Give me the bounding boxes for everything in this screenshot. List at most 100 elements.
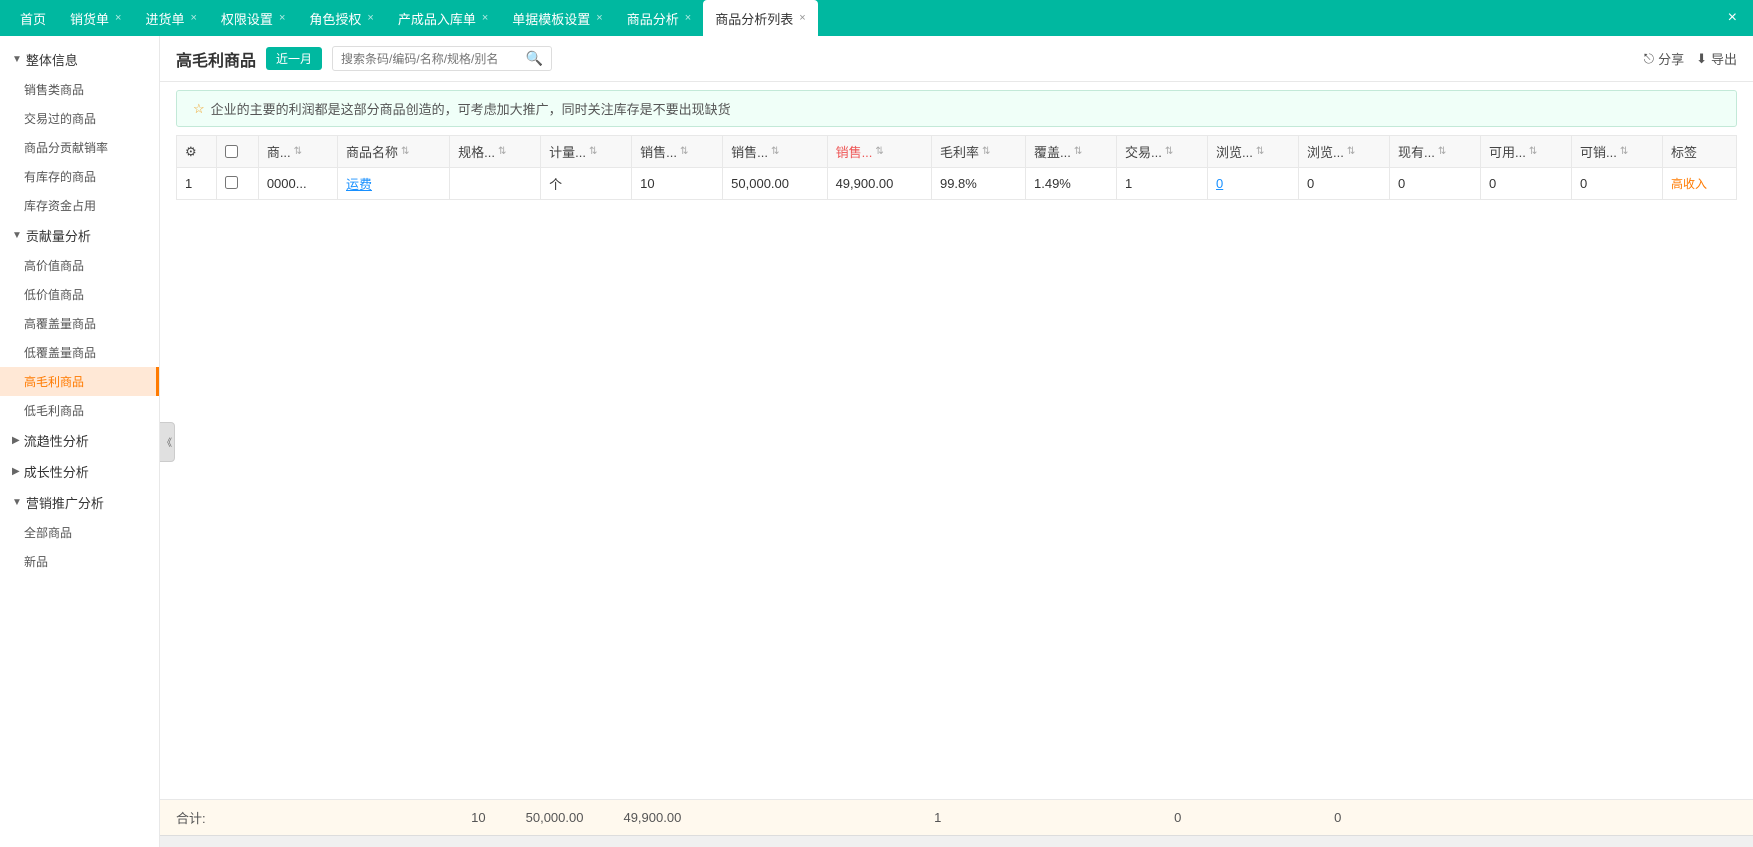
sidebar-item-new-goods[interactable]: 新品 — [0, 547, 159, 576]
nav-purchase-order[interactable]: 进货单 × — [133, 0, 208, 36]
sidebar-item-traded-goods[interactable]: 交易过的商品 — [0, 104, 159, 133]
sort-icon: ⇅ — [1438, 146, 1446, 157]
cell-view1[interactable]: 0 — [1208, 168, 1299, 200]
col-spec[interactable]: 规格...⇅ — [450, 136, 541, 168]
cell-sellable-stock: 0 — [1572, 168, 1663, 200]
nav-product-analysis[interactable]: 商品分析 × — [615, 0, 703, 36]
share-button[interactable]: ⎋ 分享 — [1644, 49, 1684, 68]
close-icon[interactable]: × — [799, 12, 805, 24]
nav-home[interactable]: 首页 — [8, 0, 58, 36]
export-button[interactable]: ⬇ 导出 — [1696, 49, 1737, 68]
expand-icon: ▶ — [12, 435, 20, 446]
col-sales-amount[interactable]: 销售...⇅ — [723, 136, 827, 168]
sort-icon: ⇅ — [294, 146, 302, 157]
nav-permission-setting[interactable]: 权限设置 × — [209, 0, 297, 36]
search-input[interactable] — [341, 52, 526, 66]
footer-label: 合计: — [176, 808, 206, 827]
nav-sales-order[interactable]: 销货单 × — [58, 0, 133, 36]
period-button[interactable]: 近一月 — [266, 47, 322, 70]
sidebar-item-all-goods[interactable]: 全部商品 — [0, 518, 159, 547]
info-banner: ☆ 企业的主要的利润都是这部分商品创造的，可考虑加大推广，同时关注库存是不要出现… — [176, 90, 1737, 127]
nav-product-analysis-list[interactable]: 商品分析列表 × — [703, 0, 817, 36]
sidebar-item-low-coverage[interactable]: 低覆盖量商品 — [0, 338, 159, 367]
cell-current-stock: 0 — [1390, 168, 1481, 200]
close-icon[interactable]: × — [279, 12, 285, 24]
search-icon[interactable]: 🔍 — [526, 50, 543, 67]
cell-checkbox[interactable] — [216, 168, 258, 200]
cell-tag: 高收入 — [1663, 168, 1737, 200]
sort-icon: ⇅ — [401, 146, 409, 157]
col-sellable-stock[interactable]: 可销...⇅ — [1572, 136, 1663, 168]
sort-icon: ⇅ — [589, 146, 597, 157]
sidebar-group-contribution[interactable]: ▼ 贡献量分析 — [0, 220, 159, 251]
table-row: 1 0000... 运费 个 10 50,000.00 49,900.00 99… — [177, 168, 1737, 200]
sidebar-item-high-margin[interactable]: 高毛利商品 — [0, 367, 159, 396]
expand-icon: ▼ — [12, 230, 22, 241]
cell-gross-margin: 99.8% — [931, 168, 1025, 200]
window-close-button[interactable]: × — [1720, 9, 1745, 27]
expand-icon: ▼ — [12, 54, 22, 65]
col-view2[interactable]: 浏览...⇅ — [1299, 136, 1390, 168]
col-available-stock[interactable]: 可用...⇅ — [1481, 136, 1572, 168]
col-coverage[interactable]: 覆盖...⇅ — [1026, 136, 1117, 168]
col-tag[interactable]: 标签 — [1663, 136, 1737, 168]
cell-available-stock: 0 — [1481, 168, 1572, 200]
nav-template-setting[interactable]: 单据模板设置 × — [500, 0, 614, 36]
sidebar-item-goods-contribution[interactable]: 商品分贡献销率 — [0, 133, 159, 162]
sort-icon: ⇅ — [1529, 146, 1537, 157]
col-view1[interactable]: 浏览...⇅ — [1208, 136, 1299, 168]
sidebar-item-high-value[interactable]: 高价值商品 — [0, 251, 159, 280]
horizontal-scrollbar[interactable] — [160, 835, 1753, 847]
col-checkbox[interactable] — [216, 136, 258, 168]
cell-sales-cost: 49,900.00 — [827, 168, 931, 200]
col-settings[interactable]: ⚙ — [177, 136, 217, 168]
col-name[interactable]: 商品名称⇅ — [338, 136, 450, 168]
cell-spec — [450, 168, 541, 200]
sort-icon: ⇅ — [982, 146, 990, 157]
close-icon[interactable]: × — [482, 12, 488, 24]
close-icon[interactable]: × — [367, 12, 373, 24]
col-sales-cost[interactable]: 销售...⇅ — [827, 136, 931, 168]
top-nav: 首页 销货单 × 进货单 × 权限设置 × 角色授权 × 产成品入库单 × 单据… — [0, 0, 1753, 36]
cell-sales-qty: 10 — [632, 168, 723, 200]
nav-role-auth[interactable]: 角色授权 × — [297, 0, 385, 36]
close-icon[interactable]: × — [596, 12, 602, 24]
sort-icon: ⇅ — [771, 146, 779, 157]
export-icon: ⬇ — [1696, 51, 1707, 67]
cell-unit: 个 — [541, 168, 632, 200]
sidebar-group-overview[interactable]: ▼ 整体信息 — [0, 44, 159, 75]
col-gross-margin[interactable]: 毛利率⇅ — [931, 136, 1025, 168]
footer-sellable-stock: 0 — [1281, 810, 1361, 825]
col-transaction[interactable]: 交易...⇅ — [1117, 136, 1208, 168]
row-checkbox[interactable] — [225, 176, 238, 189]
col-code[interactable]: 商...⇅ — [258, 136, 337, 168]
sidebar-group-marketing[interactable]: ▼ 营销推广分析 — [0, 487, 159, 518]
sidebar-item-sales-goods[interactable]: 销售类商品 — [0, 75, 159, 104]
close-icon[interactable]: × — [685, 12, 691, 24]
col-current-stock[interactable]: 现有...⇅ — [1390, 136, 1481, 168]
nav-product-warehouse[interactable]: 产成品入库单 × — [386, 0, 500, 36]
search-wrap: 🔍 — [332, 46, 552, 71]
sidebar-item-high-coverage[interactable]: 高覆盖量商品 — [0, 309, 159, 338]
sidebar-group-growth[interactable]: ▶ 成长性分析 — [0, 456, 159, 487]
sidebar-item-stock-capital[interactable]: 库存资金占用 — [0, 191, 159, 220]
sidebar-group-trend[interactable]: ▶ 流趋性分析 — [0, 425, 159, 456]
close-icon[interactable]: × — [115, 12, 121, 24]
sidebar-item-low-value[interactable]: 低价值商品 — [0, 280, 159, 309]
select-all-checkbox[interactable] — [225, 145, 238, 158]
close-icon[interactable]: × — [190, 12, 196, 24]
info-icon: ☆ — [193, 101, 205, 117]
main-layout: ▼ 整体信息 销售类商品 交易过的商品 商品分贡献销率 有库存的商品 库存资金占… — [0, 36, 1753, 847]
sort-icon: ⇅ — [1620, 146, 1628, 157]
sidebar-item-low-margin[interactable]: 低毛利商品 — [0, 396, 159, 425]
sidebar-item-stocked-goods[interactable]: 有库存的商品 — [0, 162, 159, 191]
sort-icon: ⇅ — [680, 146, 688, 157]
cell-name[interactable]: 运费 — [338, 168, 450, 200]
cell-view2: 0 — [1299, 168, 1390, 200]
data-table: ⚙ 商...⇅ 商品名称⇅ 规格...⇅ 计量...⇅ 销售...⇅ 销售...… — [176, 135, 1737, 200]
sidebar-collapse-button[interactable]: 《 — [160, 422, 175, 462]
expand-icon: ▼ — [12, 497, 22, 508]
col-sales-qty[interactable]: 销售...⇅ — [632, 136, 723, 168]
col-unit[interactable]: 计量...⇅ — [541, 136, 632, 168]
cell-sales-amount: 50,000.00 — [723, 168, 827, 200]
